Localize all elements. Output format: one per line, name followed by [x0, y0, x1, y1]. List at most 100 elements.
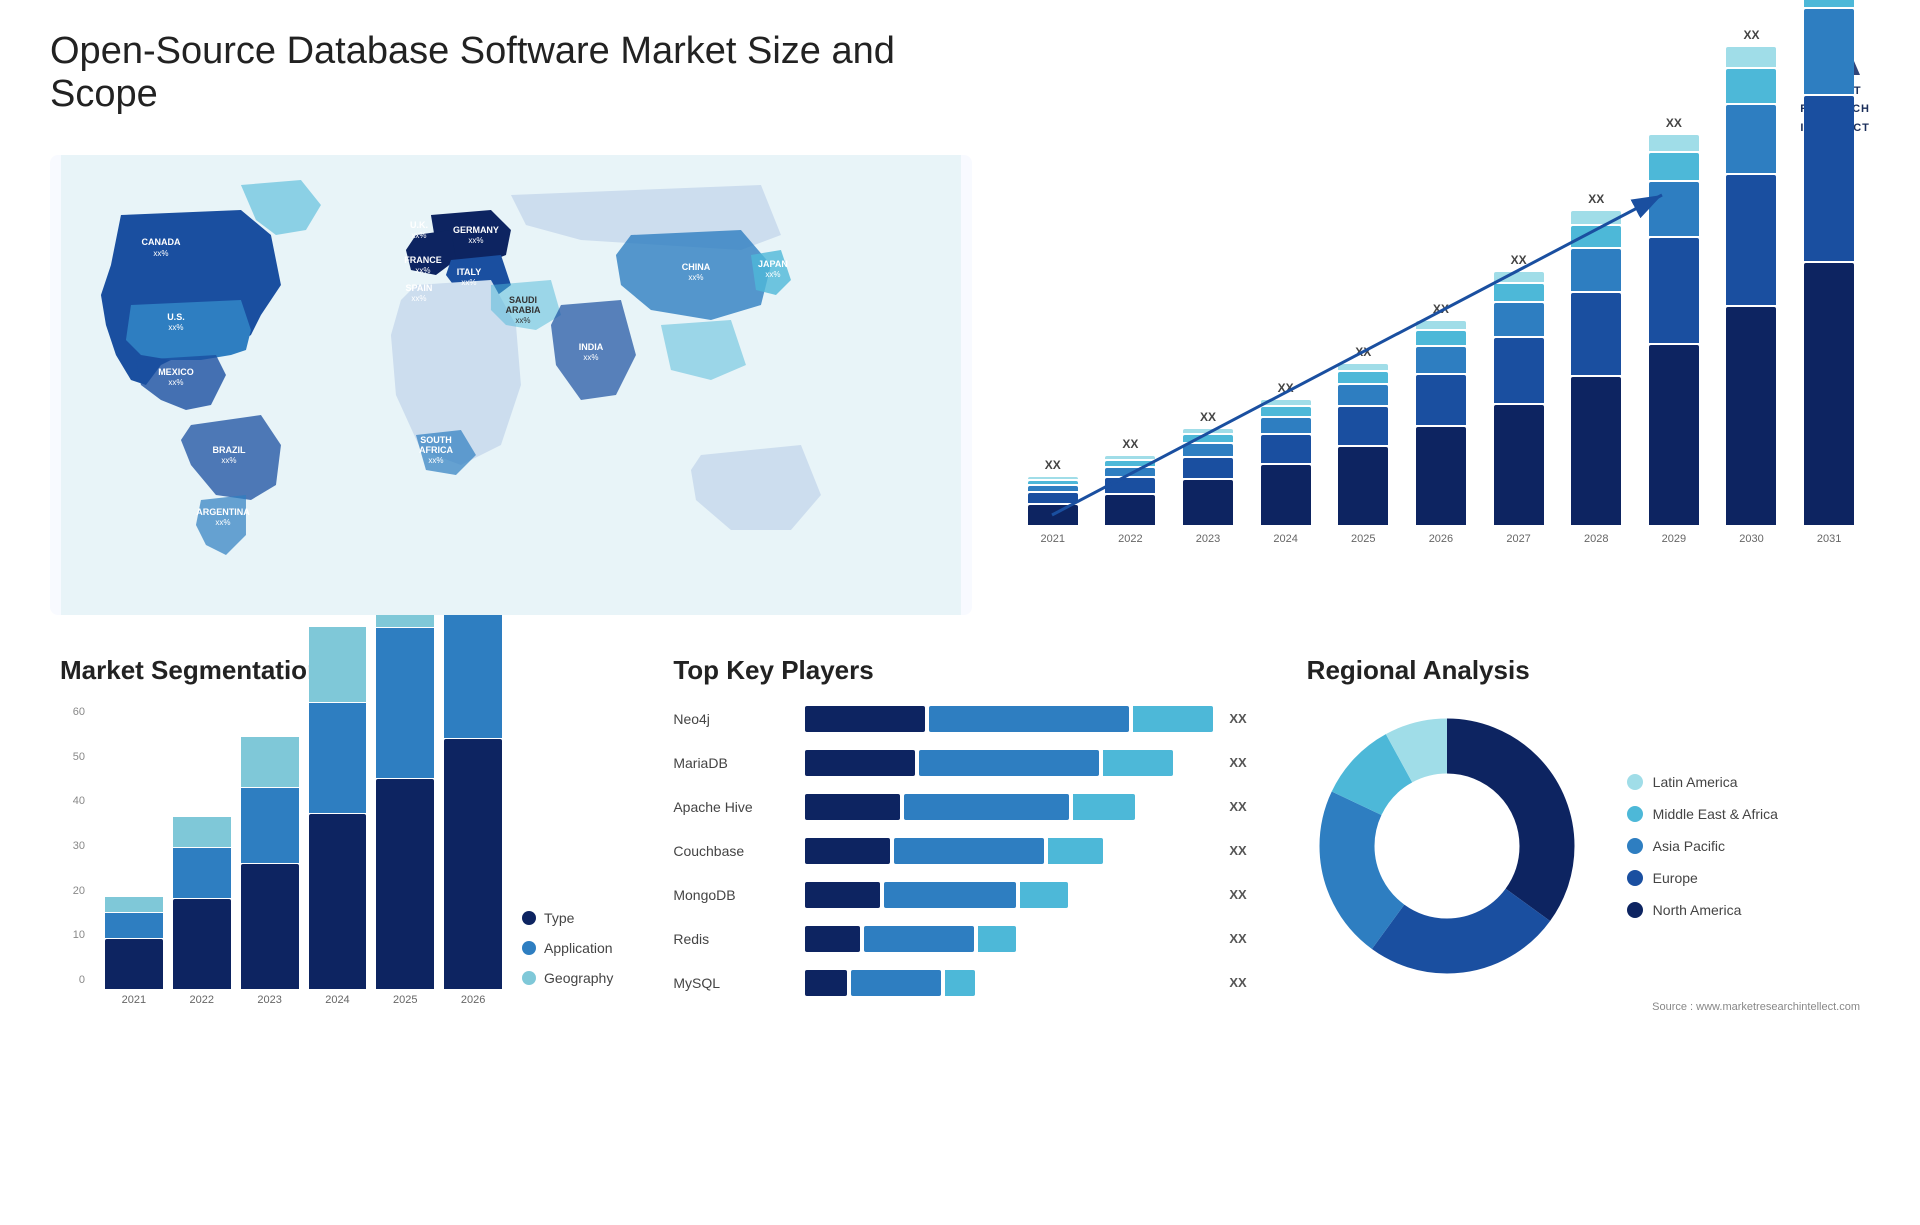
player-name-mariadb: MariaDB — [673, 755, 793, 771]
reg-legend-europe: Europe — [1627, 870, 1778, 886]
legend-geography: Geography — [522, 970, 613, 986]
page-title: Open-Source Database Software Market Siz… — [50, 30, 950, 116]
source-text: Source : www.marketresearchintellect.com — [1307, 1001, 1860, 1013]
reg-label-europe: Europe — [1653, 870, 1698, 886]
svg-text:xx%: xx% — [168, 378, 183, 387]
svg-text:xx%: xx% — [221, 456, 236, 465]
player-name-mongodb: MongoDB — [673, 887, 793, 903]
bar-2028: XX 2028 — [1565, 192, 1627, 545]
player-mongodb: MongoDB XX — [673, 882, 1246, 908]
svg-text:xx%: xx% — [461, 278, 476, 287]
svg-text:xx%: xx% — [688, 273, 703, 282]
bottom-section: Market Segmentation 60 50 40 30 20 10 0 — [50, 655, 1870, 1195]
svg-text:INDIA: INDIA — [579, 342, 604, 352]
player-mysql: MySQL XX — [673, 970, 1246, 996]
reg-dot-middle-east — [1627, 806, 1643, 822]
reg-label-north-america: North America — [1653, 902, 1742, 918]
reg-label-asia: Asia Pacific — [1653, 838, 1725, 854]
player-val-redis: XX — [1229, 931, 1246, 946]
svg-text:xx%: xx% — [153, 249, 168, 258]
svg-text:JAPAN: JAPAN — [758, 259, 788, 269]
svg-text:SPAIN: SPAIN — [406, 283, 433, 293]
player-apache-hive: Apache Hive XX — [673, 794, 1246, 820]
world-map: CANADA xx% U.S. xx% MEXICO xx% BRAZIL xx… — [50, 155, 972, 615]
bar-2024: XX 2024 — [1255, 381, 1317, 545]
svg-text:SOUTH: SOUTH — [420, 435, 452, 445]
legend-label-geography: Geography — [544, 970, 613, 986]
player-val-mariadb: XX — [1229, 755, 1246, 770]
bar-2023: XX 2023 — [1177, 410, 1239, 545]
seg-y-axis: 60 50 40 30 20 10 0 — [60, 706, 85, 1006]
regional-analysis: Regional Analysis La — [1297, 655, 1870, 1195]
svg-text:ITALY: ITALY — [457, 267, 482, 277]
svg-text:xx%: xx% — [215, 518, 230, 527]
reg-label-latin: Latin America — [1653, 774, 1738, 790]
svg-text:xx%: xx% — [411, 231, 426, 240]
donut-chart — [1307, 706, 1587, 986]
regional-legend: Latin America Middle East & Africa Asia … — [1627, 774, 1778, 918]
reg-legend-north-america: North America — [1627, 902, 1778, 918]
reg-legend-asia-pacific: Asia Pacific — [1627, 838, 1778, 854]
reg-label-middle-east: Middle East & Africa — [1653, 806, 1778, 822]
legend-label-application: Application — [544, 940, 613, 956]
svg-text:MEXICO: MEXICO — [158, 367, 194, 377]
svg-text:ARABIA: ARABIA — [505, 305, 540, 315]
bar-2031: XX 2031 — [1798, 0, 1860, 545]
player-val-neo4j: XX — [1229, 711, 1246, 726]
svg-text:xx%: xx% — [583, 353, 598, 362]
bar-2030: XX 2030 — [1721, 28, 1783, 545]
svg-text:FRANCE: FRANCE — [404, 255, 442, 265]
bar-value-2021: XX — [1045, 458, 1061, 472]
player-val-apache-hive: XX — [1229, 799, 1246, 814]
seg-bar-2024: 2024 — [309, 627, 367, 1006]
legend-type: Type — [522, 910, 613, 926]
page-header: Open-Source Database Software Market Siz… — [50, 30, 1870, 135]
reg-dot-north-america — [1627, 902, 1643, 918]
bar-2022: XX 2022 — [1100, 437, 1162, 545]
player-bar-mysql — [805, 970, 1213, 996]
player-bar-couchbase — [805, 838, 1213, 864]
seg-bar-2023: 2023 — [241, 737, 299, 1006]
player-bar-mongodb — [805, 882, 1213, 908]
player-couchbase: Couchbase XX — [673, 838, 1246, 864]
legend-dot-type — [522, 911, 536, 925]
svg-text:xx%: xx% — [468, 236, 483, 245]
seg-bar-2022: 2022 — [173, 817, 231, 1006]
growth-bar-chart: XX 2021 XX — [1012, 155, 1870, 615]
bar-2027: XX 2027 — [1488, 253, 1550, 545]
player-name-redis: Redis — [673, 931, 793, 947]
player-val-mongodb: XX — [1229, 887, 1246, 902]
player-bar-mariadb — [805, 750, 1213, 776]
svg-text:CHINA: CHINA — [682, 262, 711, 272]
bar-2025: XX 2025 — [1332, 345, 1394, 545]
player-bar-apache-hive — [805, 794, 1213, 820]
player-bar-redis — [805, 926, 1213, 952]
reg-dot-latin — [1627, 774, 1643, 790]
bar-2026: XX 2026 — [1410, 302, 1472, 545]
legend-application: Application — [522, 940, 613, 956]
bar-2029: XX 2029 — [1643, 116, 1705, 545]
svg-text:U.K.: U.K. — [410, 220, 428, 230]
reg-dot-asia — [1627, 838, 1643, 854]
player-val-couchbase: XX — [1229, 843, 1246, 858]
svg-text:GERMANY: GERMANY — [453, 225, 499, 235]
map-svg: CANADA xx% U.S. xx% MEXICO xx% BRAZIL xx… — [50, 155, 972, 615]
svg-text:xx%: xx% — [411, 294, 426, 303]
player-redis: Redis XX — [673, 926, 1246, 952]
svg-text:xx%: xx% — [428, 456, 443, 465]
svg-text:xx%: xx% — [415, 266, 430, 275]
legend-label-type: Type — [544, 910, 574, 926]
svg-text:SAUDI: SAUDI — [509, 295, 537, 305]
svg-text:CANADA: CANADA — [141, 237, 180, 247]
player-name-couchbase: Couchbase — [673, 843, 793, 859]
svg-text:xx%: xx% — [765, 270, 780, 279]
svg-text:BRAZIL: BRAZIL — [212, 445, 245, 455]
player-bar-neo4j — [805, 706, 1213, 732]
legend-dot-application — [522, 941, 536, 955]
svg-text:AFRICA: AFRICA — [419, 445, 453, 455]
player-name-neo4j: Neo4j — [673, 711, 793, 727]
svg-text:ARGENTINA: ARGENTINA — [196, 507, 250, 517]
seg-bar-2021: 2021 — [105, 897, 163, 1006]
donut-wrapper: Latin America Middle East & Africa Asia … — [1307, 706, 1860, 986]
legend-dot-geography — [522, 971, 536, 985]
